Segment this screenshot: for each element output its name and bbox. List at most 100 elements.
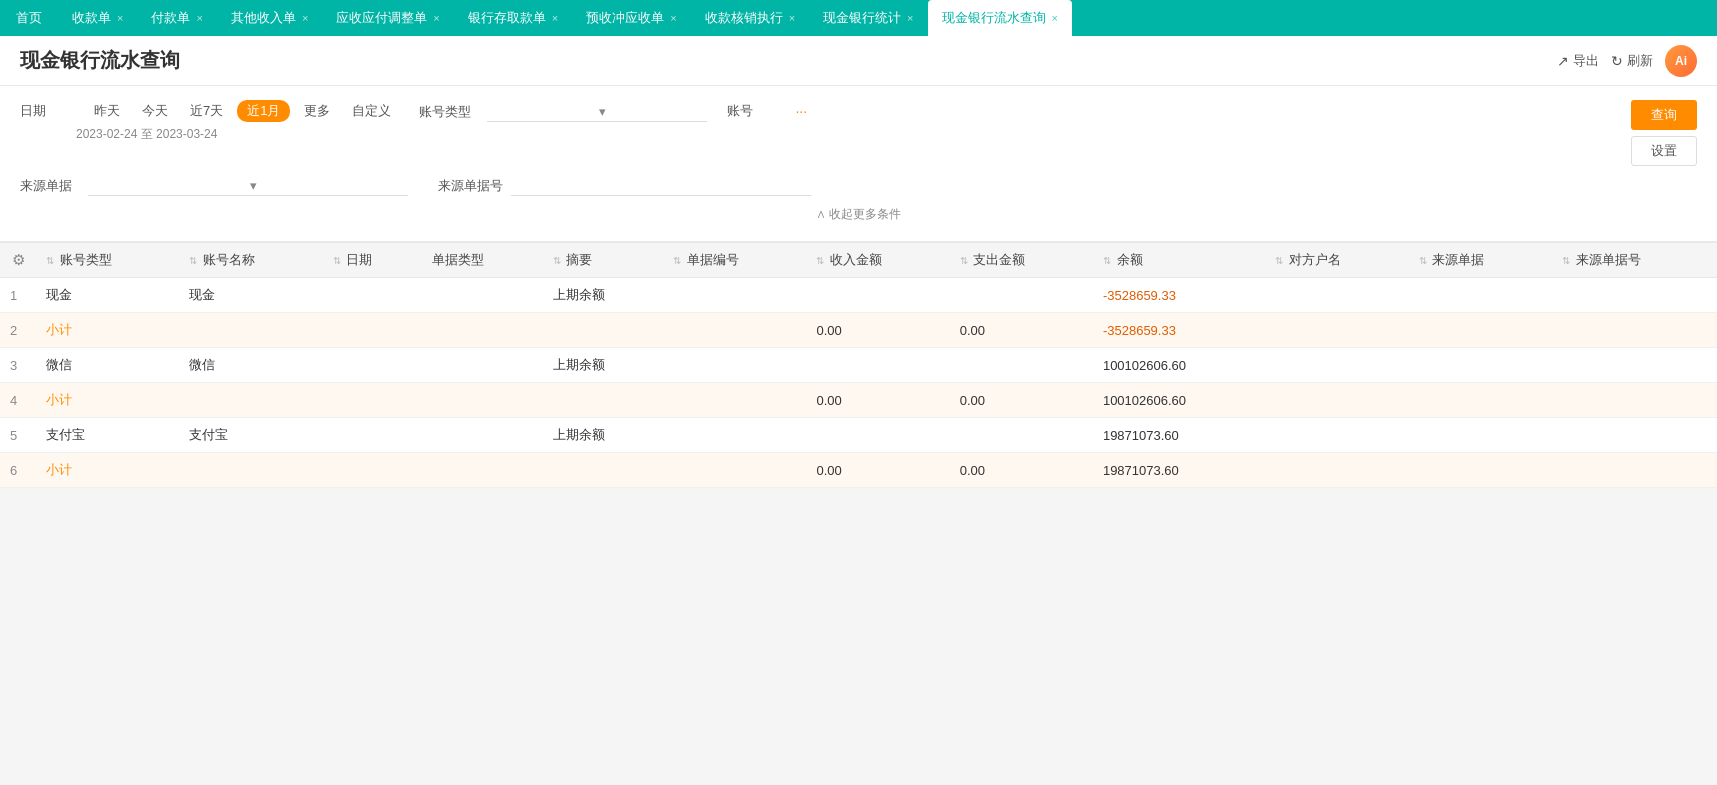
col-summary: ⇅ 摘要 [543, 243, 663, 278]
nav-home[interactable]: 首页 [0, 0, 58, 36]
sort-icon: ⇅ [960, 255, 968, 266]
sort-icon: ⇅ [1275, 255, 1283, 266]
cell-summary: 上期余额 [543, 348, 663, 383]
date-btn-yesterday[interactable]: 昨天 [86, 100, 128, 122]
close-icon[interactable]: × [196, 12, 202, 24]
cell-account-type: 小计 [36, 453, 179, 488]
nav-item-0[interactable]: 收款单 × [58, 0, 137, 36]
col-counterpart: ⇅ 对方户名 [1265, 243, 1408, 278]
close-icon[interactable]: × [670, 12, 676, 24]
table-row: 3 微信 微信 上期余额 100102606.60 [0, 348, 1717, 383]
cell-summary [543, 313, 663, 348]
nav-item-8[interactable]: 现金银行流水查询 × [928, 0, 1072, 36]
cell-source-doc-no [1552, 383, 1717, 418]
nav-item-1[interactable]: 付款单 × [137, 0, 216, 36]
sort-icon: ⇅ [553, 255, 561, 266]
col-gear: ⚙ [0, 243, 36, 278]
account-label: 账号 [727, 102, 787, 120]
cell-source-doc [1409, 348, 1552, 383]
sort-icon: ⇅ [816, 255, 824, 266]
cell-counterpart [1265, 383, 1408, 418]
nav-item-7[interactable]: 现金银行统计 × [809, 0, 927, 36]
date-btn-1month[interactable]: 近1月 [237, 100, 290, 122]
table-row: 6 小计 0.00 0.00 19871073.60 [0, 453, 1717, 488]
date-btn-custom[interactable]: 自定义 [344, 100, 399, 122]
cell-expense: 0.00 [950, 383, 1093, 418]
cell-date [323, 278, 423, 313]
cell-no: 6 [0, 453, 36, 488]
close-icon[interactable]: × [117, 12, 123, 24]
page-title: 现金银行流水查询 [20, 47, 180, 74]
cell-income [806, 418, 949, 453]
cell-income: 0.00 [806, 453, 949, 488]
export-button[interactable]: ↗ 导出 [1557, 52, 1599, 70]
date-btn-more[interactable]: 更多 [296, 100, 338, 122]
cell-doc-type [422, 383, 542, 418]
close-icon[interactable]: × [552, 12, 558, 24]
cell-account-name [179, 453, 322, 488]
source-doc-select[interactable]: ▾ [88, 176, 408, 196]
refresh-icon: ↻ [1611, 53, 1623, 69]
date-btn-today[interactable]: 今天 [134, 100, 176, 122]
cell-source-doc-no [1552, 453, 1717, 488]
cell-source-doc [1409, 418, 1552, 453]
close-icon[interactable]: × [302, 12, 308, 24]
table-body: 1 现金 现金 上期余额 -3528659.33 2 小计 0.00 0.00 … [0, 278, 1717, 488]
close-icon[interactable]: × [789, 12, 795, 24]
cell-account-type: 微信 [36, 348, 179, 383]
source-doc-num-input[interactable] [511, 176, 811, 196]
cell-no: 1 [0, 278, 36, 313]
cell-doc-type [422, 453, 542, 488]
cell-date [323, 383, 423, 418]
table-settings-icon[interactable]: ⚙ [12, 251, 25, 268]
cell-source-doc [1409, 278, 1552, 313]
settings-button[interactable]: 设置 [1631, 136, 1697, 166]
cell-expense: 0.00 [950, 313, 1093, 348]
date-btn-7days[interactable]: 近7天 [182, 100, 231, 122]
cell-account-type: 现金 [36, 278, 179, 313]
cell-expense [950, 348, 1093, 383]
cell-doc-no [663, 313, 806, 348]
nav-item-2[interactable]: 其他收入单 × [217, 0, 322, 36]
ai-avatar[interactable]: Ai [1665, 45, 1697, 77]
cell-source-doc-no [1552, 348, 1717, 383]
cell-date [323, 453, 423, 488]
cell-doc-no [663, 278, 806, 313]
cell-balance: -3528659.33 [1093, 278, 1266, 313]
cell-summary: 上期余额 [543, 418, 663, 453]
query-button[interactable]: 查询 [1631, 100, 1697, 130]
sort-icon: ⇅ [189, 255, 197, 266]
close-icon[interactable]: × [907, 12, 913, 24]
sort-icon: ⇅ [1419, 255, 1427, 266]
refresh-button[interactable]: ↻ 刷新 [1611, 52, 1653, 70]
col-doc-type: 单据类型 [422, 243, 542, 278]
close-icon[interactable]: × [1052, 12, 1058, 24]
date-range: 2023-02-24 至 2023-03-24 [76, 127, 217, 141]
collapse-bar[interactable]: ∧ 收起更多条件 [20, 202, 1697, 231]
dropdown-icon: ▾ [599, 104, 701, 119]
top-nav: 首页 收款单 × 付款单 × 其他收入单 × 应收应付调整单 × 银行存取款单 … [0, 0, 1717, 36]
nav-item-6[interactable]: 收款核销执行 × [691, 0, 809, 36]
close-icon[interactable]: × [433, 12, 439, 24]
account-dots[interactable]: ··· [795, 103, 807, 119]
cell-doc-type [422, 313, 542, 348]
cell-account-type: 小计 [36, 383, 179, 418]
cell-counterpart [1265, 278, 1408, 313]
cell-summary [543, 383, 663, 418]
cell-source-doc [1409, 383, 1552, 418]
cell-expense [950, 418, 1093, 453]
cell-account-name: 微信 [179, 348, 322, 383]
table-header-row: ⚙ ⇅ 账号类型 ⇅ 账号名称 ⇅ 日期 单据类型 ⇅ [0, 243, 1717, 278]
cell-income: 0.00 [806, 383, 949, 418]
cell-source-doc-no [1552, 418, 1717, 453]
table-row: 1 现金 现金 上期余额 -3528659.33 [0, 278, 1717, 313]
nav-item-5[interactable]: 预收冲应收单 × [572, 0, 690, 36]
col-account-name: ⇅ 账号名称 [179, 243, 322, 278]
account-type-select[interactable]: ▾ [487, 102, 707, 122]
collapse-label: 收起更多条件 [829, 207, 901, 221]
cell-source-doc [1409, 313, 1552, 348]
account-type-label: 账号类型 [419, 103, 479, 121]
nav-item-4[interactable]: 银行存取款单 × [454, 0, 572, 36]
filter-area: 日期 昨天 今天 近7天 近1月 更多 自定义 2023-02-24 至 202… [0, 86, 1717, 242]
nav-item-3[interactable]: 应收应付调整单 × [322, 0, 453, 36]
